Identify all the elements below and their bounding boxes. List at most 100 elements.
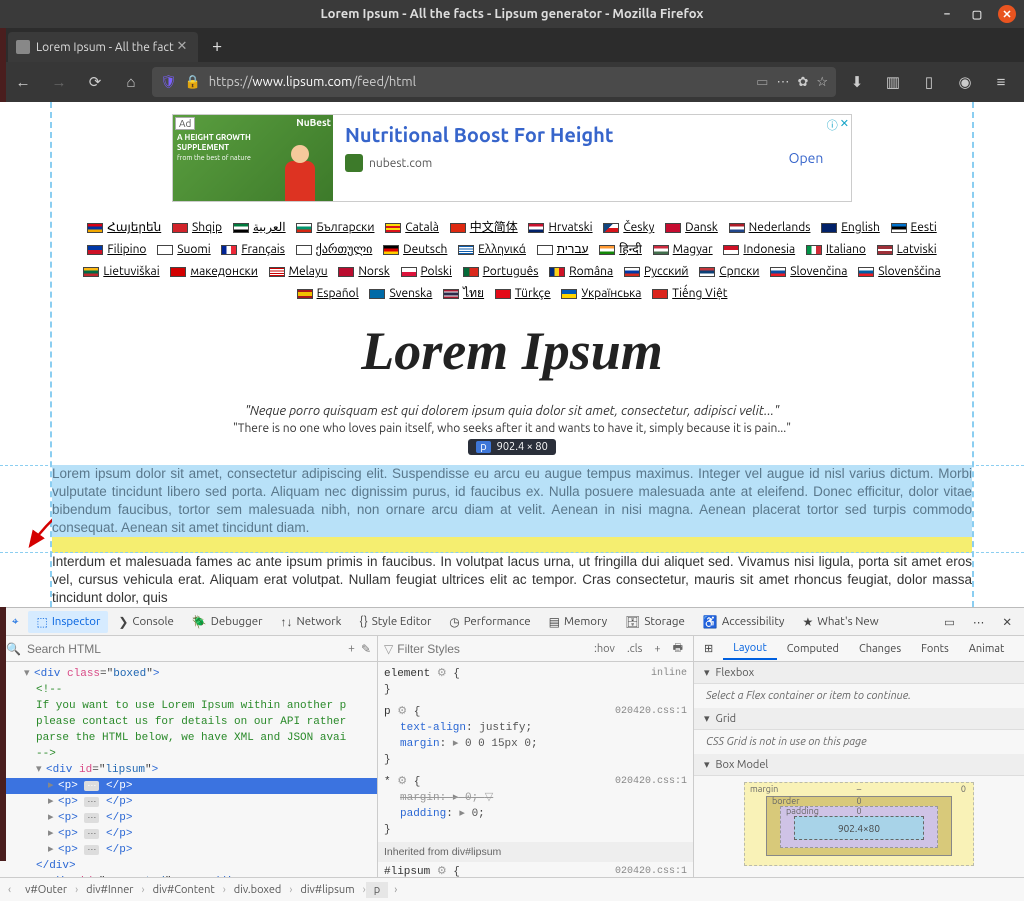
crumb-next[interactable]: ›: [390, 884, 401, 896]
language-link[interactable]: English: [821, 218, 880, 238]
style-editor-tab[interactable]: {}Style Editor: [351, 611, 439, 632]
account-button[interactable]: ◉: [950, 67, 980, 97]
forward-button[interactable]: →: [44, 67, 74, 97]
language-link[interactable]: Polski: [401, 262, 452, 282]
breadcrumb-item[interactable]: div#Inner: [78, 882, 141, 898]
ad-banner[interactable]: Ad NuBest A HEIGHT GROWTHSUPPLEMENTfrom …: [172, 114, 852, 202]
devtools-menu-button[interactable]: ⋯: [965, 611, 993, 633]
language-link[interactable]: Українська: [561, 284, 641, 304]
new-rule-button[interactable]: +: [650, 641, 664, 657]
hov-toggle[interactable]: :hov: [590, 641, 619, 657]
language-link[interactable]: Français: [221, 240, 285, 260]
language-link[interactable]: ไทย: [443, 284, 484, 304]
language-link[interactable]: Ελληνικά: [458, 240, 526, 260]
language-link[interactable]: Српски: [699, 262, 759, 282]
language-link[interactable]: Italiano: [806, 240, 866, 260]
tab-close-button[interactable]: ✕: [174, 39, 190, 55]
language-link[interactable]: Magyar: [653, 240, 713, 260]
language-link[interactable]: Català: [385, 218, 439, 238]
language-link[interactable]: العربية: [233, 218, 286, 238]
grid-header[interactable]: ▾Grid: [694, 708, 1024, 730]
filter-styles-input[interactable]: [397, 642, 586, 656]
html-search-input[interactable]: [27, 642, 342, 656]
bookmark-star-icon[interactable]: ☆: [816, 75, 828, 90]
language-link[interactable]: Latviski: [877, 240, 937, 260]
devtools-close-button[interactable]: ✕: [994, 611, 1020, 633]
url-bar[interactable]: 🛡 🔒 https://www.lipsum.com/feed/html ▭ ⋯…: [152, 67, 836, 97]
page-action-icon[interactable]: ▭: [756, 75, 768, 90]
language-link[interactable]: Tiếng Việt: [652, 284, 727, 304]
language-link[interactable]: Nederlands: [729, 218, 811, 238]
language-link[interactable]: Filipino: [87, 240, 146, 260]
language-link[interactable]: Svenska: [369, 284, 432, 304]
lock-icon[interactable]: 🔒: [185, 75, 201, 90]
console-tab[interactable]: ❯Console: [110, 611, 181, 633]
language-link[interactable]: Lietuviškai: [83, 262, 159, 282]
language-link[interactable]: Česky: [603, 218, 654, 238]
language-link[interactable]: Dansk: [665, 218, 718, 238]
window-close-button[interactable]: ✕: [998, 5, 1016, 23]
language-link[interactable]: Româna: [549, 262, 613, 282]
add-node-button[interactable]: +: [348, 642, 355, 655]
whats-new-tab[interactable]: ★What's New: [794, 611, 886, 633]
language-link[interactable]: македонски: [170, 262, 257, 282]
language-link[interactable]: Slovenščina: [858, 262, 940, 282]
window-maximize-button[interactable]: ▢: [968, 5, 986, 23]
print-sim-button[interactable]: 🖶: [669, 637, 687, 660]
language-link[interactable]: Español: [297, 284, 359, 304]
animations-subtab[interactable]: Animat: [959, 639, 1015, 659]
debugger-tab[interactable]: 🪲Debugger: [184, 611, 271, 633]
language-link[interactable]: Indonesia: [723, 240, 795, 260]
tracking-shield-icon[interactable]: 🛡: [160, 75, 177, 90]
breadcrumb-item[interactable]: p: [366, 882, 388, 898]
accessibility-tab[interactable]: ♿Accessibility: [695, 611, 793, 633]
changes-subtab[interactable]: Changes: [849, 639, 911, 659]
language-link[interactable]: Eesti: [891, 218, 937, 238]
cls-toggle[interactable]: .cls: [623, 641, 646, 657]
back-button[interactable]: ←: [8, 67, 38, 97]
fonts-subtab[interactable]: Fonts: [911, 639, 959, 659]
window-minimize-button[interactable]: –: [938, 5, 956, 23]
language-link[interactable]: Slovenčina: [770, 262, 847, 282]
crumb-prev[interactable]: ‹: [4, 884, 15, 896]
css-rules[interactable]: element ⚙ {inline } p ⚙ {020420.css:1 te…: [378, 662, 693, 877]
reload-button[interactable]: ⟳: [80, 67, 110, 97]
breadcrumb-item[interactable]: div.boxed: [226, 882, 290, 898]
breadcrumb-item[interactable]: div#Content: [145, 882, 223, 898]
flexbox-header[interactable]: ▾Flexbox: [694, 662, 1024, 684]
language-link[interactable]: Suomi: [157, 240, 210, 260]
language-link[interactable]: Português: [463, 262, 539, 282]
layout-waffle-icon[interactable]: ⊞: [694, 638, 723, 659]
language-link[interactable]: Български: [296, 218, 374, 238]
ad-info-close[interactable]: ⓘ✕: [827, 117, 849, 133]
language-link[interactable]: Pyccкий: [624, 262, 689, 282]
language-link[interactable]: עברית: [537, 240, 589, 260]
performance-tab[interactable]: ◷Performance: [441, 611, 538, 633]
language-link[interactable]: हिन्दी: [599, 240, 642, 260]
language-link[interactable]: Shqip: [172, 218, 222, 238]
reader-mode-icon[interactable]: ✿: [797, 75, 808, 90]
eyedropper-button[interactable]: ✎: [361, 642, 371, 656]
dom-tree[interactable]: ▾<div class="boxed"> <!--If you want to …: [0, 662, 377, 877]
breadcrumb-item[interactable]: div#lipsum: [292, 882, 362, 898]
menu-button[interactable]: ≡: [986, 67, 1016, 97]
language-link[interactable]: Հայերեն: [87, 218, 161, 238]
language-link[interactable]: Norsk: [338, 262, 389, 282]
language-link[interactable]: Hrvatski: [528, 218, 592, 238]
layout-subtab[interactable]: Layout: [723, 638, 777, 660]
inspector-tab[interactable]: ⬚Inspector: [28, 611, 108, 633]
more-actions-icon[interactable]: ⋯: [776, 75, 789, 90]
new-tab-button[interactable]: +: [212, 36, 222, 62]
breadcrumb-item[interactable]: v#Outer: [17, 882, 75, 898]
element-picker-button[interactable]: ⌖: [4, 611, 26, 633]
sidebar-button[interactable]: ▯: [914, 67, 944, 97]
language-link[interactable]: 中文简体: [450, 218, 518, 238]
box-model-diagram[interactable]: 902.4×80 margin border padding – 0 0 0: [744, 782, 974, 866]
storage-tab[interactable]: 🗄Storage: [617, 611, 693, 633]
home-button[interactable]: ⌂: [116, 67, 146, 97]
language-link[interactable]: ქართული: [296, 240, 373, 260]
language-link[interactable]: Türkçe: [495, 284, 551, 304]
library-button[interactable]: ▥: [878, 67, 908, 97]
downloads-button[interactable]: ⬇: [842, 67, 872, 97]
responsive-mode-button[interactable]: ▭: [936, 611, 963, 633]
